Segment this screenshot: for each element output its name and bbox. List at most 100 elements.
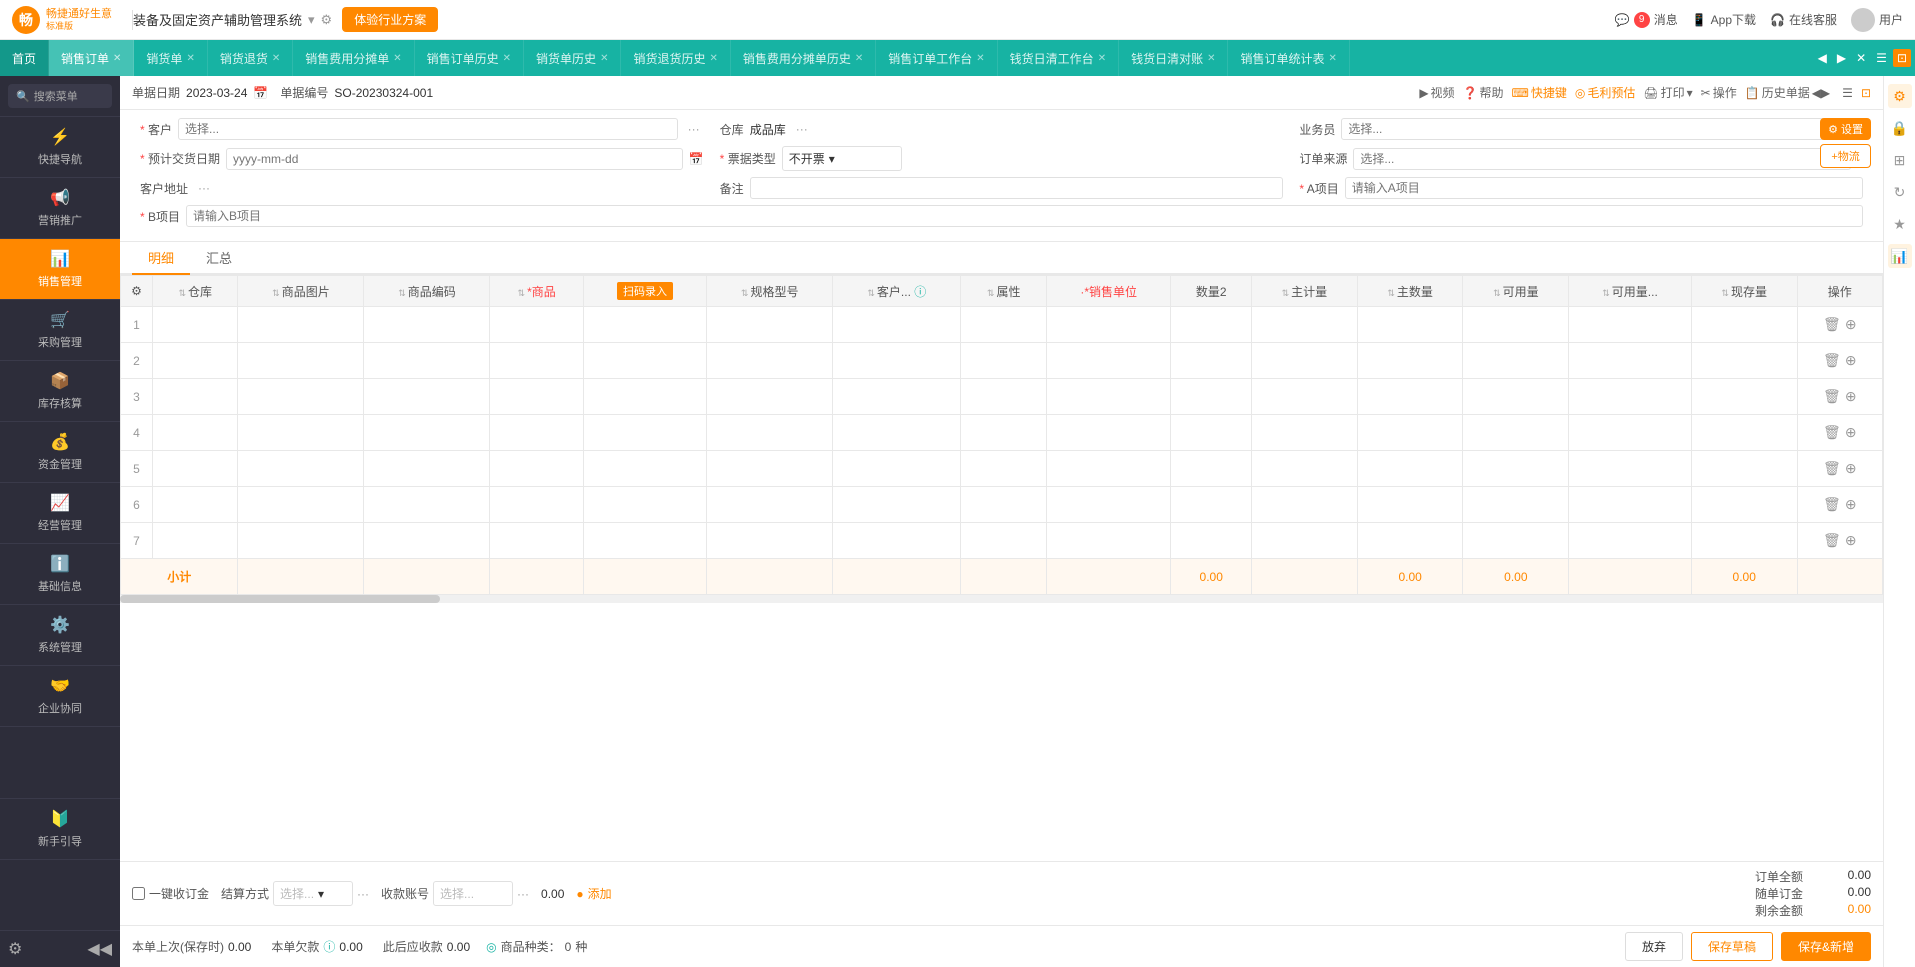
row-copy-btn[interactable]: ⊕: [1845, 496, 1857, 513]
tab-daily-reconcile[interactable]: 钱货日清对账 ✕: [1119, 40, 1228, 76]
logistics-btn[interactable]: +物流: [1820, 144, 1871, 168]
tab-close-icon[interactable]: ✕: [709, 53, 717, 64]
tab-close-icon[interactable]: ✕: [1207, 53, 1215, 64]
row-sales-unit[interactable]: [1046, 307, 1171, 343]
scan-input-btn[interactable]: 扫码录入: [617, 282, 673, 300]
sidebar-item-enterprise[interactable]: 🤝 企业协同: [0, 666, 120, 727]
discard-btn[interactable]: 放弃: [1625, 932, 1683, 961]
help-btn[interactable]: ❓ 帮助: [1463, 84, 1504, 101]
account-select[interactable]: 选择...: [433, 881, 513, 906]
customer-more-btn[interactable]: ···: [684, 122, 704, 136]
row-product-img[interactable]: [238, 307, 364, 343]
trial-btn[interactable]: 体验行业方案: [342, 7, 438, 32]
rs-lock-icon[interactable]: 🔒: [1888, 116, 1912, 140]
remark-input[interactable]: [750, 177, 1284, 199]
debt-info-icon[interactable]: ⓘ: [323, 938, 335, 955]
tab-order-workbench[interactable]: 销售订单工作台 ✕: [876, 40, 997, 76]
product-count-info-icon[interactable]: ◎: [486, 940, 496, 954]
row-delete-btn[interactable]: 🗑: [1823, 496, 1841, 513]
b-project-input[interactable]: [186, 205, 1863, 227]
shortcut-btn[interactable]: ⌨ 快捷键: [1512, 84, 1567, 101]
rs-settings-icon[interactable]: ⚙: [1888, 84, 1912, 108]
nav-prev-icon[interactable]: ◀: [1814, 49, 1831, 67]
scroll-thumb[interactable]: [120, 595, 440, 603]
sidebar-item-finance[interactable]: 💰 资金管理: [0, 422, 120, 483]
row-available2[interactable]: [1569, 307, 1692, 343]
address-more-btn[interactable]: ···: [194, 181, 214, 195]
search-menu-btn[interactable]: 🔍 搜索菜单: [8, 84, 112, 108]
row-available[interactable]: [1463, 307, 1569, 343]
warehouse-more-btn[interactable]: ···: [792, 122, 812, 136]
sidebar-item-guide[interactable]: 🔰 新手引导: [0, 798, 120, 860]
col-scan[interactable]: 扫码录入: [583, 276, 706, 307]
expand-btn[interactable]: ⊡: [1861, 86, 1871, 100]
row-main-qty[interactable]: [1357, 307, 1463, 343]
calendar2-icon[interactable]: 📅: [689, 152, 704, 166]
rs-star-icon[interactable]: ★: [1888, 212, 1912, 236]
row-stock[interactable]: [1691, 307, 1797, 343]
row-delete-btn[interactable]: 🗑: [1823, 316, 1841, 333]
account-more-btn[interactable]: ···: [517, 887, 529, 901]
row-attribute[interactable]: [961, 307, 1046, 343]
scroll-bar[interactable]: [120, 595, 1883, 603]
calendar-icon[interactable]: 📅: [253, 86, 268, 100]
tab-close-icon[interactable]: ✕: [976, 53, 984, 64]
row-delete-btn[interactable]: 🗑: [1823, 424, 1841, 441]
nav-close-all-icon[interactable]: ✕: [1852, 49, 1870, 67]
row-copy-btn[interactable]: ⊕: [1845, 424, 1857, 441]
tab-home[interactable]: 首页: [0, 40, 49, 76]
history-btn[interactable]: 📋 历史单据 ◀▶: [1745, 84, 1830, 101]
sidebar-item-purchase[interactable]: 🛒 采购管理: [0, 300, 120, 361]
sidebar-collapse-icon[interactable]: ◀◀: [87, 939, 112, 959]
payment-select[interactable]: 选择... ▾: [273, 881, 353, 906]
row-qty2[interactable]: [1171, 307, 1252, 343]
sidebar-item-basic-info[interactable]: ℹ️ 基础信息: [0, 544, 120, 605]
tab-close-icon[interactable]: ✕: [113, 53, 121, 64]
online-service-btn[interactable]: 🎧 在线客服: [1770, 11, 1837, 28]
tab-order-stats[interactable]: 销售订单统计表 ✕: [1228, 40, 1349, 76]
tab-detail[interactable]: 明细: [132, 242, 190, 275]
row-copy-btn[interactable]: ⊕: [1845, 460, 1857, 477]
row-copy-btn[interactable]: ⊕: [1845, 388, 1857, 405]
tab-expense-history[interactable]: 销售费用分摊单历史 ✕: [731, 40, 876, 76]
tab-close-icon[interactable]: ✕: [600, 53, 608, 64]
sidebar-item-quick-nav[interactable]: ⚡ 快捷导航: [0, 117, 120, 178]
row-delete-btn[interactable]: 🗑: [1823, 352, 1841, 369]
tab-close-icon[interactable]: ✕: [272, 53, 280, 64]
a-project-input[interactable]: [1345, 177, 1863, 199]
row-delete-btn[interactable]: 🗑: [1823, 532, 1841, 549]
tab-sales-expense[interactable]: 销售费用分摊单 ✕: [293, 40, 414, 76]
one-click-input[interactable]: [132, 887, 145, 900]
row-delete-btn[interactable]: 🗑: [1823, 460, 1841, 477]
tab-close-icon[interactable]: ✕: [1329, 53, 1337, 64]
row-product-name[interactable]: [490, 307, 583, 343]
sidebar-item-inventory[interactable]: 📦 库存核算: [0, 361, 120, 422]
view-toggle-btn[interactable]: ☰: [1842, 86, 1853, 100]
row-copy-btn[interactable]: ⊕: [1845, 316, 1857, 333]
sidebar-item-system[interactable]: ⚙️ 系统管理: [0, 605, 120, 666]
operate-btn[interactable]: ✂ 操作: [1701, 84, 1737, 101]
print-btn[interactable]: 🖨 打印 ▾: [1643, 84, 1692, 101]
row-product-code[interactable]: [364, 307, 490, 343]
sidebar-item-operation[interactable]: 📈 经营管理: [0, 483, 120, 544]
tab-summary[interactable]: 汇总: [190, 242, 248, 275]
save-draft-btn[interactable]: 保存草稿: [1691, 932, 1773, 961]
payment-more-btn[interactable]: ···: [357, 887, 369, 901]
nav-next-icon[interactable]: ▶: [1833, 49, 1850, 67]
tab-order-history[interactable]: 销售订单历史 ✕: [415, 40, 524, 76]
order-source-input[interactable]: [1353, 148, 1851, 170]
rs-refresh-icon[interactable]: ↻: [1888, 180, 1912, 204]
settings-btn[interactable]: ⚙ ⚙设置 设置: [1820, 118, 1871, 140]
customer-input[interactable]: [178, 118, 678, 140]
tab-daily-workbench[interactable]: 钱货日清工作台 ✕: [998, 40, 1119, 76]
tab-close-icon[interactable]: ✕: [393, 53, 401, 64]
sidebar-search-area[interactable]: 🔍 搜索菜单: [0, 76, 120, 117]
save-new-btn[interactable]: 保存&新增: [1781, 932, 1871, 961]
row-spec[interactable]: [707, 307, 833, 343]
nav-expand-icon[interactable]: ⊡: [1893, 49, 1911, 67]
gear-icon[interactable]: ⚙: [321, 12, 333, 28]
tab-return-history[interactable]: 销货退货历史 ✕: [621, 40, 730, 76]
tab-bill-history[interactable]: 销货单历史 ✕: [524, 40, 621, 76]
col-gear[interactable]: ⚙: [121, 276, 153, 307]
tab-sales-order[interactable]: 销售订单 ✕: [49, 40, 134, 76]
